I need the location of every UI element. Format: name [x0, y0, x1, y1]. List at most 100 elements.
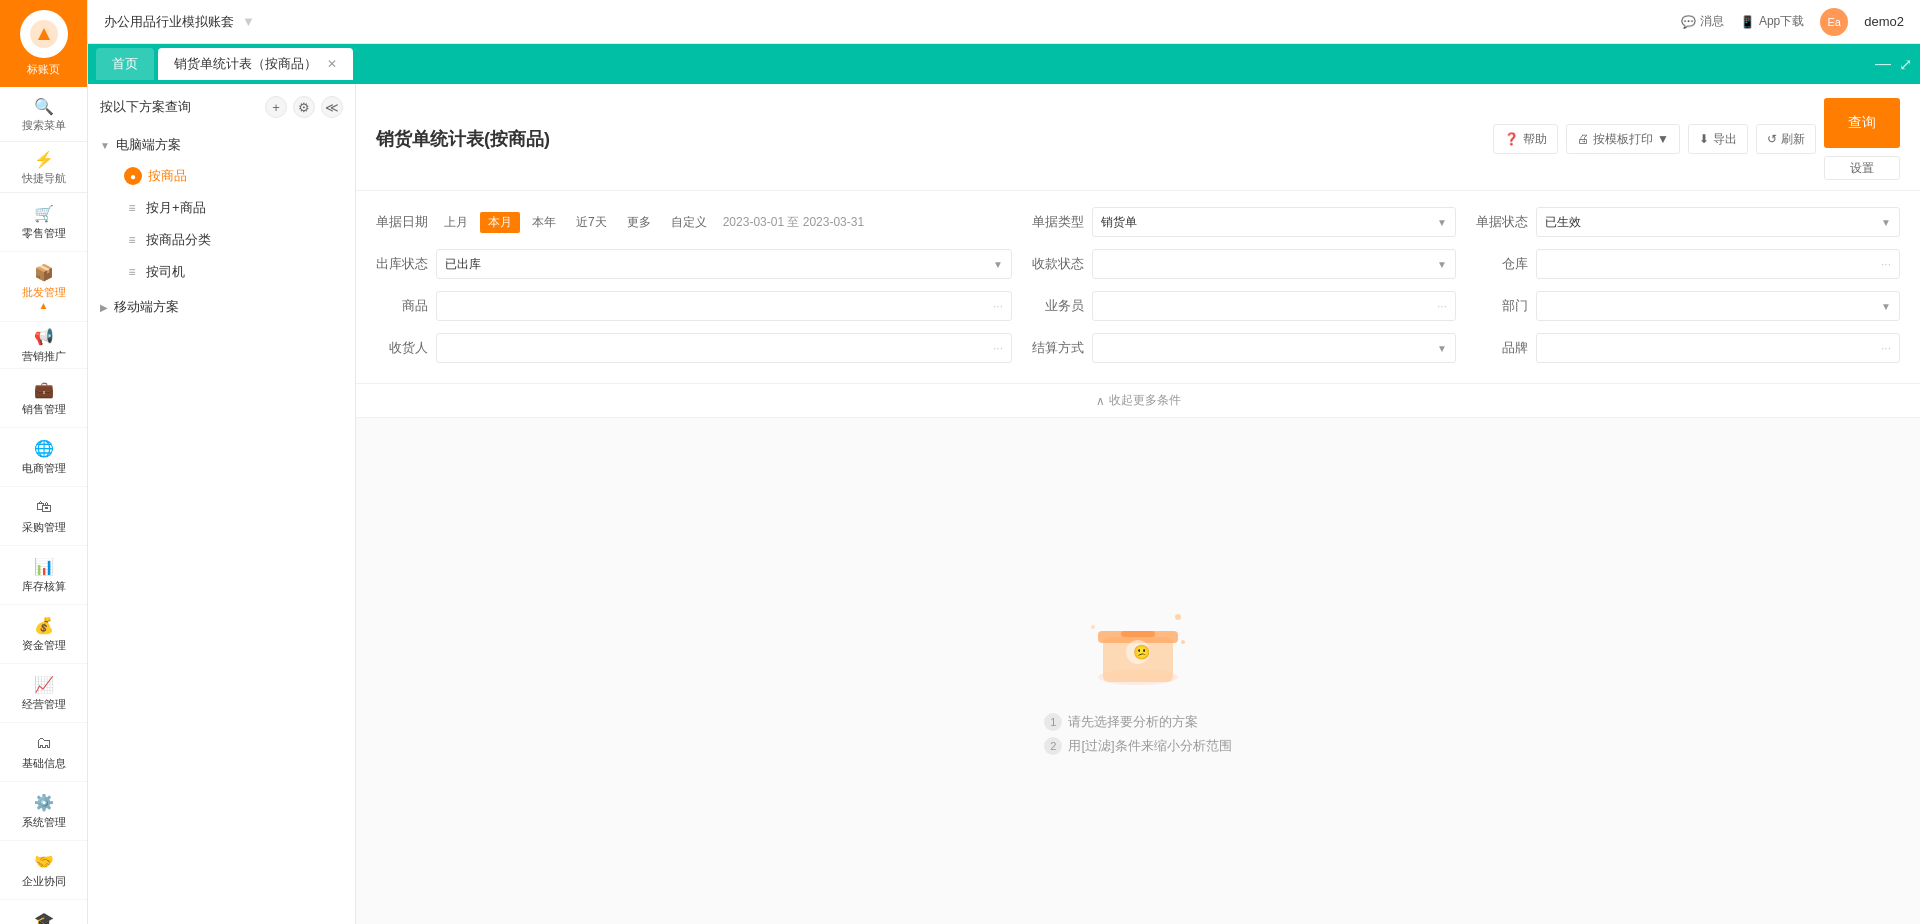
sidebar: 标账页 🔍 搜索菜单 ⚡ 快捷导航 🛒 零售管理 📦 批发管理 ▲ 📢 营销推广… [0, 0, 88, 924]
tree-section-pc-header[interactable]: ▼ 电脑端方案 [88, 130, 355, 160]
message-btn[interactable]: 💬 消息 [1681, 13, 1724, 30]
avatar[interactable]: Ea [1820, 8, 1848, 36]
sidebar-item-enterprise[interactable]: 🤝 企业协同 [0, 841, 87, 900]
finance-icon: 💰 [34, 615, 54, 635]
date-tab-this-year[interactable]: 本年 [524, 212, 564, 233]
payment-status-control[interactable]: ▼ [1092, 249, 1456, 279]
date-tab-more[interactable]: 更多 [619, 212, 659, 233]
by-goods-label: 按商品 [148, 167, 187, 185]
empty-tips: 1 请先选择要分析的方案 2 用[过滤]条件来缩小分析范围 [1044, 713, 1231, 755]
storage-control[interactable]: ··· [1536, 249, 1900, 279]
date-filter: 上月 本月 本年 近7天 更多 自定义 2023-03-01 至 2023-03… [436, 212, 1012, 233]
doc-type-control[interactable]: 销货单 ▼ [1092, 207, 1456, 237]
tree-item-by-goods[interactable]: ● 按商品 [88, 160, 355, 192]
refresh-label: 刷新 [1781, 131, 1805, 148]
sidebar-item-marketing-label: 营销推广 [22, 349, 66, 364]
tab-minimize-icon[interactable]: — [1875, 55, 1891, 74]
sidebar-item-ecommerce[interactable]: 🌐 电商管理 [0, 428, 87, 487]
app-header: 办公用品行业模拟账套 ▼ 💬 消息 📱 App下载 Ea demo2 [88, 0, 1920, 44]
sidebar-item-sales[interactable]: 💼 销售管理 [0, 369, 87, 428]
sidebar-item-marketing[interactable]: 📢 营销推广 [0, 322, 87, 369]
tip-text-2: 用[过滤]条件来缩小分析范围 [1068, 737, 1231, 755]
tab-home[interactable]: 首页 [96, 48, 154, 80]
ecommerce-icon: 🌐 [34, 438, 54, 458]
sidebar-item-inventory[interactable]: 📊 库存核算 [0, 546, 87, 605]
header-right: 💬 消息 📱 App下载 Ea demo2 [1681, 8, 1904, 36]
doc-status-control[interactable]: 已生效 ▼ [1536, 207, 1900, 237]
brand-label: 品牌 [1476, 339, 1536, 357]
sidebar-item-wholesale[interactable]: 📦 批发管理 ▲ [0, 252, 87, 322]
payment-status-label: 收款状态 [1032, 255, 1092, 273]
tab-bar: 首页 销货单统计表（按商品） ✕ — ⤢ [88, 44, 1920, 84]
sidebar-item-purchase-label: 采购管理 [22, 520, 66, 535]
storage-label: 仓库 [1476, 255, 1536, 273]
department-control[interactable]: ▼ [1536, 291, 1900, 321]
doc-status-arrow: ▼ [1881, 217, 1891, 228]
date-range: 2023-03-01 至 2023-03-31 [723, 214, 864, 231]
export-label: 导出 [1713, 131, 1737, 148]
tree-section-mobile-header[interactable]: ▶ 移动端方案 [88, 292, 355, 322]
payment-method-control[interactable]: ▼ [1092, 333, 1456, 363]
query-btn[interactable]: 查询 [1824, 98, 1900, 148]
payment-status-arrow: ▼ [1437, 259, 1447, 270]
salesperson-control[interactable]: ··· [1092, 291, 1456, 321]
receiver-control[interactable]: ··· [436, 333, 1012, 363]
filter-department: 部门 ▼ [1476, 291, 1900, 321]
sidebar-item-retail[interactable]: 🛒 零售管理 [0, 193, 87, 252]
goods-control[interactable]: ··· [436, 291, 1012, 321]
content-area: 按以下方案查询 + ⚙ ≪ ▼ 电脑端方案 ● 按商品 [88, 84, 1920, 924]
app-download-btn[interactable]: 📱 App下载 [1740, 13, 1804, 30]
print-btn[interactable]: 🖨 按模板打印 ▼ [1566, 124, 1680, 154]
sidebar-item-ecommerce-label: 电商管理 [22, 461, 66, 476]
add-scheme-btn[interactable]: + [265, 96, 287, 118]
svg-point-9 [1181, 640, 1185, 644]
collapse-btn[interactable]: ∧ 收起更多条件 [1096, 392, 1181, 409]
app-label: App下载 [1759, 13, 1804, 30]
header-dropdown-icon[interactable]: ▼ [242, 14, 255, 29]
storage-dots: ··· [1881, 257, 1891, 271]
sidebar-item-finance[interactable]: 💰 资金管理 [0, 605, 87, 664]
tab-sales-stat[interactable]: 销货单统计表（按商品） ✕ [158, 48, 353, 80]
date-tab-custom[interactable]: 自定义 [663, 212, 715, 233]
tree-item-by-month-goods[interactable]: ≡ 按月+商品 [88, 192, 355, 224]
collapse-panel-btn[interactable]: ≪ [321, 96, 343, 118]
tip-num-2: 2 [1044, 737, 1062, 755]
sidebar-item-inventory-label: 库存核算 [22, 579, 66, 594]
tab-maximize-icon[interactable]: ⤢ [1899, 55, 1912, 74]
date-tab-this-month[interactable]: 本月 [480, 212, 520, 233]
sidebar-item-newbie[interactable]: 🎓 新手引导 [0, 900, 87, 924]
brand-control[interactable]: ··· [1536, 333, 1900, 363]
settings-btn[interactable]: 设置 [1824, 156, 1900, 180]
date-tab-7days[interactable]: 近7天 [568, 212, 615, 233]
right-panel: 销货单统计表(按商品) ❓ 帮助 🖨 按模板打印 ▼ ⬇ 导出 [356, 84, 1920, 924]
filter-area: 单据日期 上月 本月 本年 近7天 更多 自定义 2023-03-01 至 20… [356, 191, 1920, 384]
warehouse-status-arrow: ▼ [993, 259, 1003, 270]
panel-actions: + ⚙ ≪ [265, 96, 343, 118]
tree-item-by-category[interactable]: ≡ 按商品分类 [88, 224, 355, 256]
page-title: 销货单统计表(按商品) [376, 127, 550, 151]
sidebar-item-basic[interactable]: 🗂 基础信息 [0, 723, 87, 782]
print-dropdown-icon[interactable]: ▼ [1657, 132, 1669, 146]
filter-row-4: 收货人 ··· 结算方式 ▼ [376, 333, 1900, 363]
tree-item-by-cashier[interactable]: ≡ 按司机 [88, 256, 355, 288]
edit-scheme-btn[interactable]: ⚙ [293, 96, 315, 118]
wholesale-icon: 📦 [34, 262, 54, 282]
date-tab-last-month[interactable]: 上月 [436, 212, 476, 233]
export-btn[interactable]: ⬇ 导出 [1688, 124, 1748, 154]
help-btn[interactable]: ❓ 帮助 [1493, 124, 1558, 154]
sidebar-item-purchase[interactable]: 🛍 采购管理 [0, 487, 87, 546]
quick-nav-item[interactable]: ⚡ 快捷导航 [0, 142, 87, 193]
refresh-btn[interactable]: ↺ 刷新 [1756, 124, 1816, 154]
search-menu-item[interactable]: 🔍 搜索菜单 [0, 87, 87, 142]
sidebar-item-wholesale-label: 批发管理 [22, 285, 66, 300]
svg-text:😕: 😕 [1133, 644, 1151, 661]
by-category-label: 按商品分类 [146, 231, 211, 249]
tab-close-icon[interactable]: ✕ [327, 57, 337, 71]
operation-icon: 📈 [34, 674, 54, 694]
salesperson-dots: ··· [1437, 299, 1447, 313]
sidebar-item-operation[interactable]: 📈 经营管理 [0, 664, 87, 723]
filter-goods: 商品 ··· [376, 291, 1012, 321]
sidebar-item-system[interactable]: ⚙️ 系统管理 [0, 782, 87, 841]
filter-date: 单据日期 上月 本月 本年 近7天 更多 自定义 2023-03-01 至 20… [376, 212, 1012, 233]
warehouse-status-control[interactable]: 已出库 ▼ [436, 249, 1012, 279]
